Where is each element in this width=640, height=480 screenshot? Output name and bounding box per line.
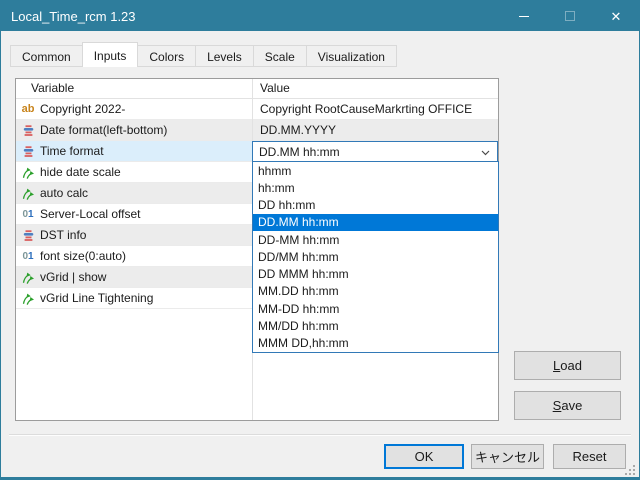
variable-label: DST info — [40, 228, 87, 242]
table-row[interactable]: Date format(left-bottom) DD.MM.YYYY — [16, 120, 498, 141]
dropdown-item[interactable]: MM-DD hh:mm — [253, 300, 498, 317]
variable-cell: auto calc — [16, 183, 252, 203]
maximize-icon — [565, 11, 575, 21]
variable-cell: Date format(left-bottom) — [16, 120, 252, 140]
minimize-icon — [519, 15, 529, 17]
tab-visualization[interactable]: Visualization — [305, 45, 397, 67]
dropdown-item[interactable]: DD/MM hh:mm — [253, 248, 498, 265]
dropdown-item[interactable]: hhmm — [253, 162, 498, 179]
variable-cell: ab Copyright 2022- — [16, 99, 252, 119]
close-icon: ✕ — [610, 8, 622, 24]
tab-scale[interactable]: Scale — [252, 45, 307, 67]
footer-divider — [9, 434, 631, 436]
tab-levels[interactable]: Levels — [195, 45, 254, 67]
variable-cell: vGrid | show — [16, 267, 252, 287]
resize-grip[interactable] — [624, 464, 635, 475]
dialog-window: Local_Time_rcm 1.23 ✕ Common Inputs Colors… — [0, 0, 640, 480]
maximize-button[interactable] — [547, 1, 593, 31]
variable-label: font size(0:auto) — [40, 249, 127, 263]
chevron-down-icon — [481, 145, 490, 159]
window-title: Local_Time_rcm 1.23 — [11, 8, 136, 24]
ok-button[interactable]: OK — [384, 444, 464, 469]
window-controls: ✕ — [501, 1, 639, 31]
minimize-button[interactable] — [501, 1, 547, 31]
integer-type-icon: 01 — [22, 208, 34, 220]
variable-label: hide date scale — [40, 165, 121, 179]
reset-button[interactable]: Reset — [553, 444, 626, 469]
dropdown-item[interactable]: DD hh:mm — [253, 197, 498, 214]
close-button[interactable]: ✕ — [593, 1, 639, 31]
value-cell: Copyright RootCauseMarkrting OFFICE — [260, 102, 473, 116]
table-header: Variable Value — [16, 79, 498, 99]
variable-label: vGrid | show — [40, 270, 107, 284]
boolean-type-icon — [20, 165, 36, 179]
variable-label: Time format — [40, 144, 104, 158]
table-row[interactable]: ab Copyright 2022- Copyright RootCauseMark… — [16, 99, 498, 120]
string-type-icon: ab — [21, 103, 35, 115]
tab-inputs[interactable]: Inputs — [81, 42, 139, 67]
value-cell: DD.MM.YYYY — [260, 123, 337, 137]
dropdown-item[interactable]: DD MMM hh:mm — [253, 266, 498, 283]
variable-label: Copyright 2022- — [40, 102, 126, 116]
tab-colors[interactable]: Colors — [137, 45, 197, 67]
cancel-button[interactable]: キャンセル — [471, 444, 544, 469]
variable-cell: hide date scale — [16, 162, 252, 182]
titlebar: Local_Time_rcm 1.23 ✕ — [1, 1, 639, 31]
variable-cell: DST info — [16, 225, 252, 245]
column-header-variable: Variable — [31, 81, 75, 95]
boolean-type-icon — [20, 186, 36, 200]
variable-label: Date format(left-bottom) — [40, 123, 168, 137]
variable-cell: 0 1 Server-Local offset — [16, 204, 252, 224]
boolean-type-icon — [20, 291, 36, 305]
dropdown-item[interactable]: MM.DD hh:mm — [253, 283, 498, 300]
load-button[interactable]: Load — [514, 351, 621, 380]
save-button[interactable]: Save — [514, 391, 621, 420]
variable-cell: 0 1 font size(0:auto) — [16, 246, 252, 266]
dropdown-item[interactable]: DD-MM hh:mm — [253, 231, 498, 248]
enum-type-icon — [20, 123, 36, 137]
integer-type-icon: 01 — [22, 250, 34, 262]
time-format-dropdown-list: hhmm hh:mm DD hh:mm DD.MM hh:mm DD-MM hh:mm D… — [252, 161, 499, 353]
enum-type-icon — [20, 144, 36, 158]
tab-bar: Common Inputs Colors Levels Scale Visualizati… — [10, 42, 397, 67]
dropdown-item[interactable]: MM/DD hh:mm — [253, 317, 498, 334]
time-format-combobox[interactable]: DD.MM hh:mm — [252, 141, 498, 162]
variable-label: auto calc — [40, 186, 89, 200]
dropdown-item[interactable]: DD.MM hh:mm — [253, 213, 498, 232]
combobox-value: DD.MM hh:mm — [259, 144, 340, 159]
boolean-type-icon — [20, 270, 36, 284]
variable-cell: vGrid Line Tightening — [16, 288, 252, 308]
variable-label: Server-Local offset — [40, 207, 141, 221]
tab-common[interactable]: Common — [10, 45, 83, 67]
variable-cell: Time format — [16, 141, 252, 161]
column-header-value: Value — [260, 81, 290, 95]
table-row[interactable]: Time format DD.MM hh:mm — [16, 141, 498, 162]
variable-label: vGrid Line Tightening — [40, 291, 154, 305]
enum-type-icon — [20, 228, 36, 242]
dropdown-item[interactable]: MMM DD,hh:mm — [253, 335, 498, 352]
dropdown-item[interactable]: hh:mm — [253, 179, 498, 196]
